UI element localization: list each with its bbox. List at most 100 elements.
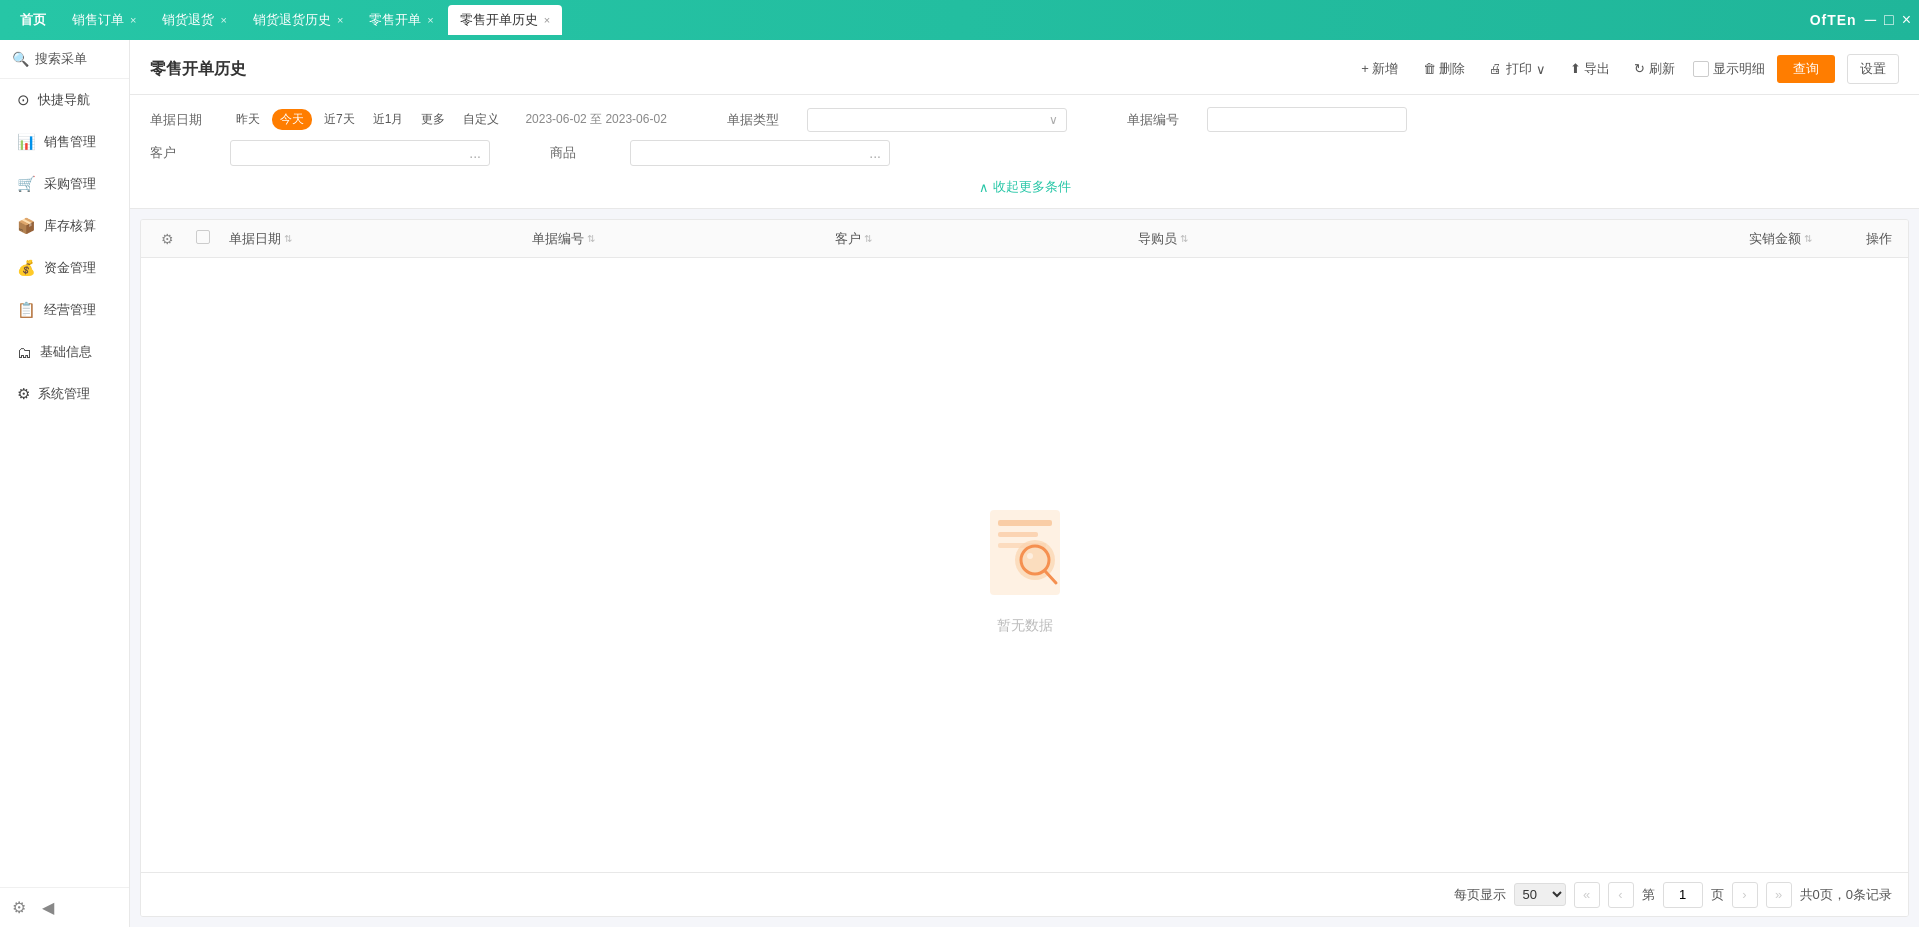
finance-icon: 💰	[17, 259, 36, 277]
toolbar: + 新增 🗑 删除 🖨 打印 ∨ ⬆ 导出 ↻ 刷新 显示明细	[1355, 54, 1899, 84]
date-btn-1month[interactable]: 近1月	[367, 109, 410, 130]
sidebar-item-system-label: 系统管理	[38, 385, 90, 403]
date-btn-7days[interactable]: 近7天	[318, 109, 361, 130]
date-btn-yesterday[interactable]: 昨天	[230, 109, 266, 130]
last-page-btn[interactable]: »	[1766, 882, 1792, 908]
th-customer: 客户 ⇅	[827, 230, 1130, 248]
collapse-sidebar-icon[interactable]: ◀	[42, 898, 54, 917]
type-filter-select[interactable]: ∨	[807, 108, 1067, 132]
page-input[interactable]	[1663, 882, 1703, 908]
tab-sales-order[interactable]: 销售订单 ×	[60, 5, 148, 35]
sidebar-item-inventory-label: 库存核算	[44, 217, 96, 235]
th-actions-label: 操作	[1866, 230, 1892, 248]
table-settings-icon[interactable]: ⚙	[149, 231, 185, 247]
delete-button[interactable]: 🗑 删除	[1417, 56, 1472, 82]
last-page-icon: »	[1775, 887, 1782, 902]
sidebar-item-purchase[interactable]: 🛒 采购管理	[0, 163, 129, 205]
page-label: 第	[1642, 886, 1655, 904]
sidebar-search-label: 搜索采单	[35, 50, 87, 68]
tab-retail-history[interactable]: 零售开单历史 ×	[448, 5, 562, 35]
settings-button-label: 设置	[1860, 60, 1886, 78]
goods-filter-select[interactable]: ...	[630, 140, 890, 166]
refresh-button[interactable]: ↻ 刷新	[1628, 56, 1681, 82]
date-filter-buttons: 昨天 今天 近7天 近1月 更多 自定义	[230, 109, 505, 130]
tab-return-history[interactable]: 销货退货历史 ×	[241, 5, 355, 35]
date-btn-more[interactable]: 更多	[415, 109, 451, 130]
next-page-btn[interactable]: ›	[1732, 882, 1758, 908]
empty-illustration	[970, 495, 1080, 605]
table-select-all[interactable]	[185, 230, 221, 248]
tab-return-close[interactable]: ×	[220, 15, 226, 26]
tab-retail-history-close[interactable]: ×	[544, 15, 550, 26]
sidebar-item-finance[interactable]: 💰 资金管理	[0, 247, 129, 289]
date-range-display: 2023-06-02 至 2023-06-02	[525, 111, 666, 128]
display-detail-label: 显示明细	[1713, 60, 1765, 78]
th-number-sort[interactable]: ⇅	[587, 233, 595, 244]
th-guide-sort[interactable]: ⇅	[1180, 233, 1188, 244]
tab-home[interactable]: 首页	[8, 5, 58, 35]
date-btn-custom[interactable]: 自定义	[457, 109, 505, 130]
print-dropdown-icon: ∨	[1536, 62, 1546, 77]
quick-nav-icon: ⊙	[17, 91, 30, 109]
window-minimize[interactable]: ─	[1865, 11, 1876, 29]
th-guide-label: 导购员	[1138, 230, 1177, 248]
tab-return-history-close[interactable]: ×	[337, 15, 343, 26]
th-number: 单据编号 ⇅	[524, 230, 827, 248]
sales-icon: 📊	[17, 133, 36, 151]
sidebar-item-sales[interactable]: 📊 销售管理	[0, 121, 129, 163]
total-text: 共0页，0条记录	[1800, 886, 1892, 904]
sidebar-item-basic-info[interactable]: 🗂 基础信息	[0, 331, 129, 373]
th-customer-sort[interactable]: ⇅	[864, 233, 872, 244]
sidebar-item-purchase-label: 采购管理	[44, 175, 96, 193]
tab-return-history-label: 销货退货历史	[253, 11, 331, 29]
export-button[interactable]: ⬆ 导出	[1564, 56, 1617, 82]
prev-page-btn[interactable]: ‹	[1608, 882, 1634, 908]
query-button-label: 查询	[1793, 60, 1819, 78]
sidebar-item-operations-label: 经营管理	[44, 301, 96, 319]
content-area: 零售开单历史 + 新增 🗑 删除 🖨 打印 ∨ ⬆ 导出 ↻ 刷新	[130, 40, 1919, 927]
sidebar-item-inventory[interactable]: 📦 库存核算	[0, 205, 129, 247]
first-page-btn[interactable]: «	[1574, 882, 1600, 908]
window-maximize[interactable]: □	[1884, 11, 1894, 29]
display-detail-checkbox[interactable]	[1693, 61, 1709, 77]
empty-text: 暂无数据	[997, 617, 1053, 635]
page-suffix: 页	[1711, 886, 1724, 904]
tab-retail-order[interactable]: 零售开单 ×	[357, 5, 445, 35]
display-detail-toggle[interactable]: 显示明细	[1693, 60, 1765, 78]
tab-sales-order-close[interactable]: ×	[130, 15, 136, 26]
th-amount-sort[interactable]: ⇅	[1804, 233, 1812, 244]
window-close[interactable]: ×	[1902, 11, 1911, 29]
collapse-filter-btn[interactable]: ∧ 收起更多条件	[979, 178, 1071, 196]
tab-retail-order-close[interactable]: ×	[427, 15, 433, 26]
table-container: ⚙ 单据日期 ⇅ 单据编号 ⇅ 客户 ⇅ 导购员 ⇅	[140, 219, 1909, 917]
filter-area: 单据日期 昨天 今天 近7天 近1月 更多 自定义 2023-06-02 至 2…	[130, 95, 1919, 209]
customer-filter-select[interactable]: ...	[230, 140, 490, 166]
add-button-label: + 新增	[1361, 60, 1398, 78]
tab-home-label: 首页	[20, 11, 46, 29]
print-button[interactable]: 🖨 打印 ∨	[1483, 56, 1552, 82]
page-header: 零售开单历史 + 新增 🗑 删除 🖨 打印 ∨ ⬆ 导出 ↻ 刷新	[130, 40, 1919, 95]
sidebar-menu: ⊙ 快捷导航 📊 销售管理 🛒 采购管理 📦 库存核算 💰 资金管理 📋	[0, 79, 129, 887]
sidebar-item-system[interactable]: ⚙ 系统管理	[0, 373, 129, 415]
tab-retail-order-label: 零售开单	[369, 11, 421, 29]
sidebar-item-operations[interactable]: 📋 经营管理	[0, 289, 129, 331]
add-button[interactable]: + 新增	[1355, 56, 1404, 82]
date-btn-today[interactable]: 今天	[272, 109, 312, 130]
delete-button-label: 🗑 删除	[1423, 60, 1466, 78]
per-page-select[interactable]: 50 100 200	[1514, 883, 1566, 906]
goods-filter-label: 商品	[550, 144, 610, 162]
settings-bottom-icon[interactable]: ⚙	[12, 898, 26, 917]
sidebar-search[interactable]: 🔍 搜索采单	[0, 40, 129, 79]
top-bar: 首页 销售订单 × 销货退货 × 销货退货历史 × 零售开单 × 零售开单历史 …	[0, 0, 1919, 40]
purchase-icon: 🛒	[17, 175, 36, 193]
query-button[interactable]: 查询	[1777, 55, 1835, 83]
sidebar-item-quick-nav[interactable]: ⊙ 快捷导航	[0, 79, 129, 121]
settings-button[interactable]: 设置	[1847, 54, 1899, 84]
tab-return[interactable]: 销货退货 ×	[150, 5, 238, 35]
th-guide: 导购员 ⇅	[1130, 230, 1433, 248]
th-actions: 操作	[1820, 230, 1900, 248]
system-icon: ⚙	[17, 385, 30, 403]
select-all-checkbox[interactable]	[196, 230, 210, 244]
th-date-sort[interactable]: ⇅	[284, 233, 292, 244]
number-filter-input[interactable]	[1207, 107, 1407, 132]
